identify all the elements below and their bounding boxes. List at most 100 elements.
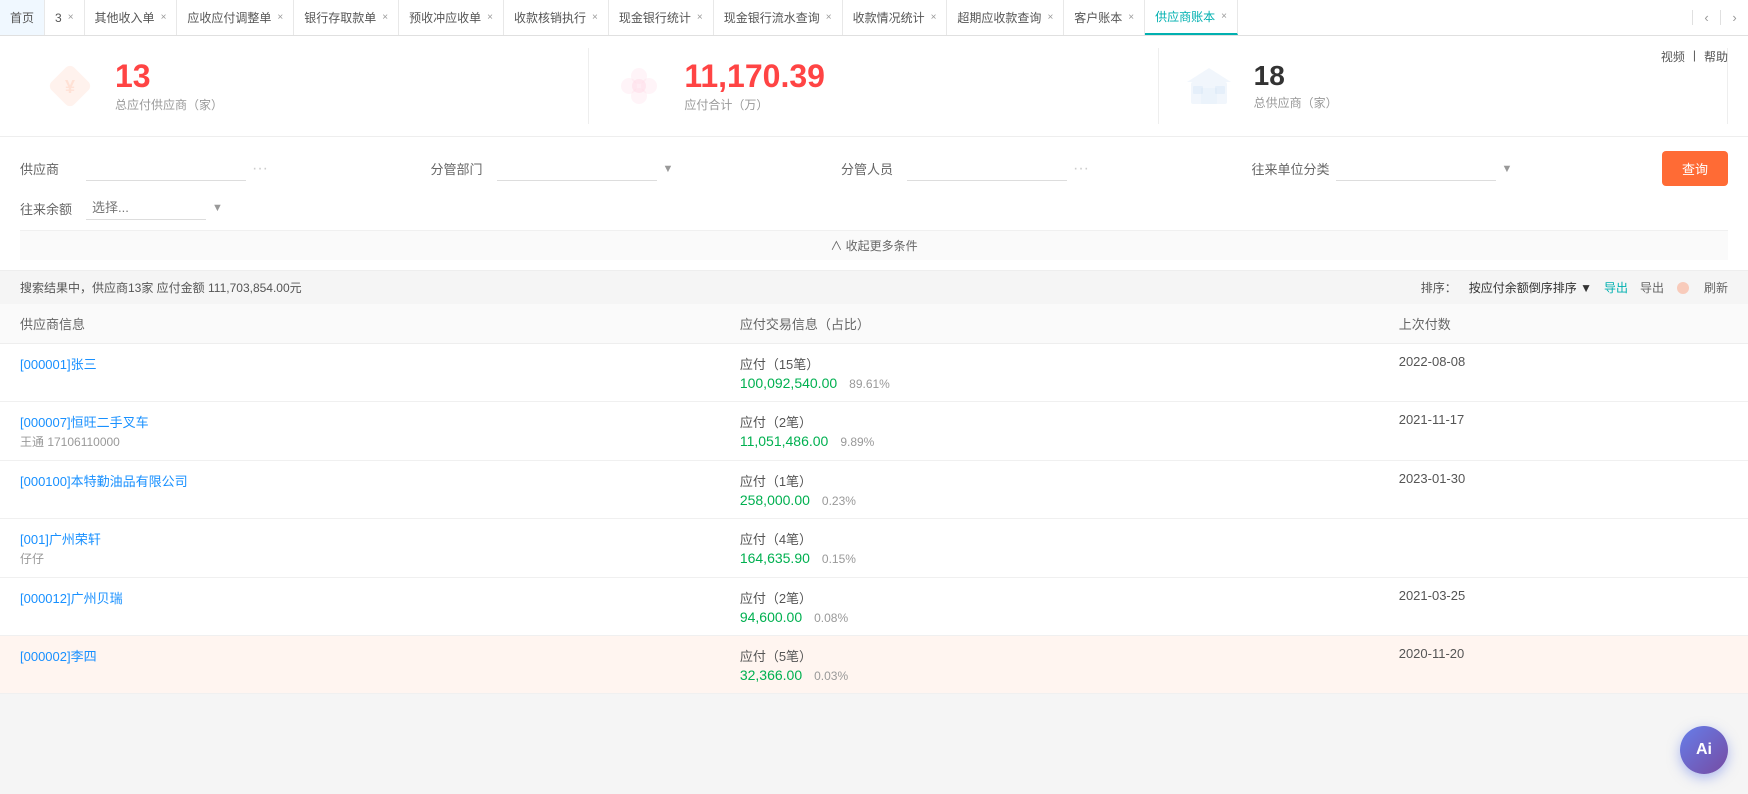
tx-amount[interactable]: 100,092,540.00 <box>740 375 837 391</box>
tx-amount[interactable]: 11,051,486.00 <box>740 433 829 449</box>
nav-tab3[interactable]: 3 × <box>45 0 85 35</box>
summary-card-payable-suppliers: ¥ 13 总应付供应商（家） <box>20 48 589 124</box>
tx-label: 应付（1笔） <box>740 471 1359 490</box>
close-cash-bank-stat-icon[interactable]: × <box>697 12 703 23</box>
last-pay-value: 2020-11-20 <box>1399 646 1465 661</box>
nav-advance-ar[interactable]: 预收冲应收单 × <box>399 0 504 35</box>
close-bank-deposit-icon[interactable]: × <box>382 12 388 23</box>
supplier-filter-input[interactable] <box>86 157 246 181</box>
supplier-dots-icon[interactable]: ··· <box>252 160 268 178</box>
tx-percent: 0.15% <box>822 552 856 566</box>
tx-amount[interactable]: 32,366.00 <box>740 667 802 683</box>
nav-arrow-right[interactable]: › <box>1720 10 1748 25</box>
category-filter-input[interactable] <box>1336 157 1496 181</box>
tx-amount[interactable]: 258,000.00 <box>740 492 810 508</box>
nav-cash-flow-query[interactable]: 现金银行流水查询 × <box>714 0 843 35</box>
nav-receipt-exec[interactable]: 收款核销执行 × <box>504 0 609 35</box>
ai-button-container: Ai <box>1680 726 1728 774</box>
close-other-income-icon[interactable]: × <box>161 12 167 23</box>
last-pay-value: 2021-03-25 <box>1399 588 1466 603</box>
close-customer-ledger-icon[interactable]: × <box>1128 12 1134 23</box>
close-advance-ar-icon[interactable]: × <box>487 12 493 23</box>
collapse-label: ∧ 收起更多条件 <box>830 239 917 253</box>
category-dropdown-icon[interactable]: ▼ <box>1502 163 1513 175</box>
close-supplier-ledger-icon[interactable]: × <box>1221 11 1227 22</box>
payable-amount-value: 11,170.39 <box>684 60 825 92</box>
filter-person: 分管人员 ··· <box>841 157 1232 181</box>
tx-label: 应付（2笔） <box>740 588 1359 607</box>
diamond-icon: ¥ <box>40 56 100 116</box>
tx-row: 258,000.00 0.23% <box>740 490 1359 508</box>
dept-dropdown-icon[interactable]: ▼ <box>663 163 674 175</box>
refresh-button[interactable] <box>1676 280 1692 295</box>
tx-amount[interactable]: 94,600.00 <box>740 609 802 625</box>
table-row: [000012]广州贝瑞 应付（2笔） 94,600.00 0.08% 2021… <box>0 578 1748 636</box>
tx-percent: 0.23% <box>822 494 856 508</box>
close-overdue-ar-icon[interactable]: × <box>1047 12 1053 23</box>
payable-amount-label: 应付合计（万） <box>684 96 825 113</box>
summary-bar: ¥ 13 总应付供应商（家） 11,170.39 应付合计（万） <box>0 36 1748 137</box>
nav-overdue-ar[interactable]: 超期应收款查询 × <box>947 0 1064 35</box>
nav-bank-deposit[interactable]: 银行存取款单 × <box>294 0 399 35</box>
link-divider: | <box>1693 48 1696 65</box>
last-pay-cell: 2020-11-20 <box>1379 636 1748 694</box>
table-row: [000007]恒旺二手叉车 王通 17106110000 应付（2笔） 11,… <box>0 402 1748 461</box>
table-row: [000001]张三 应付（15笔） 100,092,540.00 89.61%… <box>0 344 1748 402</box>
query-button[interactable]: 查询 <box>1662 151 1728 186</box>
nav-cash-bank-stat[interactable]: 现金银行统计 × <box>609 0 714 35</box>
video-link[interactable]: 视频 <box>1661 48 1685 65</box>
collapse-bar[interactable]: ∧ 收起更多条件 <box>20 230 1728 260</box>
tx-percent: 0.03% <box>814 669 848 683</box>
tx-row: 164,635.90 0.15% <box>740 548 1359 566</box>
sort-value[interactable]: 按应付余额倒序排序 ▼ <box>1469 279 1592 296</box>
last-pay-cell: 2023-01-30 <box>1379 461 1748 519</box>
supplier-link[interactable]: [000007]恒旺二手叉车 <box>20 412 700 431</box>
export-label[interactable]: 导出 <box>1640 279 1664 296</box>
tx-label: 应付（5笔） <box>740 646 1359 665</box>
payable-amount-block: 11,170.39 应付合计（万） <box>684 60 825 113</box>
result-bar: 搜索结果中，供应商13家 应付金额 111,703,854.00元 排序： 按应… <box>0 271 1748 304</box>
close-tab3-icon[interactable]: × <box>68 12 74 23</box>
close-receipt-exec-icon[interactable]: × <box>592 12 598 23</box>
balance-filter-input[interactable] <box>86 196 206 220</box>
nav-arrow-left[interactable]: ‹ <box>1692 10 1720 25</box>
last-pay-cell <box>1379 519 1748 578</box>
total-suppliers-block: 18 总供应商（家） <box>1254 62 1338 111</box>
nav-other-income[interactable]: 其他收入单 × <box>85 0 178 35</box>
help-link[interactable]: 帮助 <box>1704 48 1728 65</box>
close-ar-ap-adjust-icon[interactable]: × <box>277 12 283 23</box>
supplier-sub: 王通 17106110000 <box>20 433 700 450</box>
nav-ar-ap-adjust[interactable]: 应收应付调整单 × <box>177 0 294 35</box>
supplier-link[interactable]: [000100]本特勤油品有限公司 <box>20 471 700 490</box>
sort-label: 排序： <box>1421 279 1457 296</box>
last-pay-cell: 2021-03-25 <box>1379 578 1748 636</box>
supplier-link[interactable]: [000001]张三 <box>20 354 700 373</box>
col-last-pay: 上次付数 <box>1379 304 1748 344</box>
data-table-container: 供应商信息 应付交易信息（占比） 上次付数 [000001]张三 应付（15笔） <box>0 304 1748 694</box>
tx-percent: 0.08% <box>814 611 848 625</box>
tx-label: 应付（4笔） <box>740 529 1359 548</box>
nav-home[interactable]: 首页 <box>0 0 45 35</box>
nav-customer-ledger[interactable]: 客户账本 × <box>1064 0 1145 35</box>
refresh-label[interactable]: 刷新 <box>1704 279 1728 296</box>
tx-row: 94,600.00 0.08% <box>740 607 1359 625</box>
supplier-link[interactable]: [000012]广州贝瑞 <box>20 588 700 607</box>
supplier-link[interactable]: [000002]李四 <box>20 646 700 665</box>
export-button[interactable]: 导出 <box>1604 279 1628 296</box>
dept-filter-input[interactable] <box>497 157 657 181</box>
supplier-link[interactable]: [001]广州荣轩 <box>20 529 700 548</box>
nav-supplier-ledger[interactable]: 供应商账本 × <box>1145 0 1238 35</box>
person-filter-input[interactable] <box>907 157 1067 181</box>
table-row: [001]广州荣轩 仔仔 应付（4笔） 164,635.90 0.15% <box>0 519 1748 578</box>
nav-receipt-stat[interactable]: 收款情况统计 × <box>843 0 948 35</box>
balance-dropdown-icon[interactable]: ▼ <box>212 202 223 214</box>
payable-suppliers-block: 13 总应付供应商（家） <box>115 60 223 113</box>
ai-button[interactable]: Ai <box>1680 726 1728 774</box>
total-suppliers-count: 18 <box>1254 62 1338 90</box>
person-dots-icon[interactable]: ··· <box>1073 160 1089 178</box>
tx-amount[interactable]: 164,635.90 <box>740 550 810 566</box>
tx-row: 11,051,486.00 9.89% <box>740 431 1359 449</box>
close-receipt-stat-icon[interactable]: × <box>931 12 937 23</box>
close-cash-flow-query-icon[interactable]: × <box>826 12 832 23</box>
flower-icon <box>609 56 669 116</box>
